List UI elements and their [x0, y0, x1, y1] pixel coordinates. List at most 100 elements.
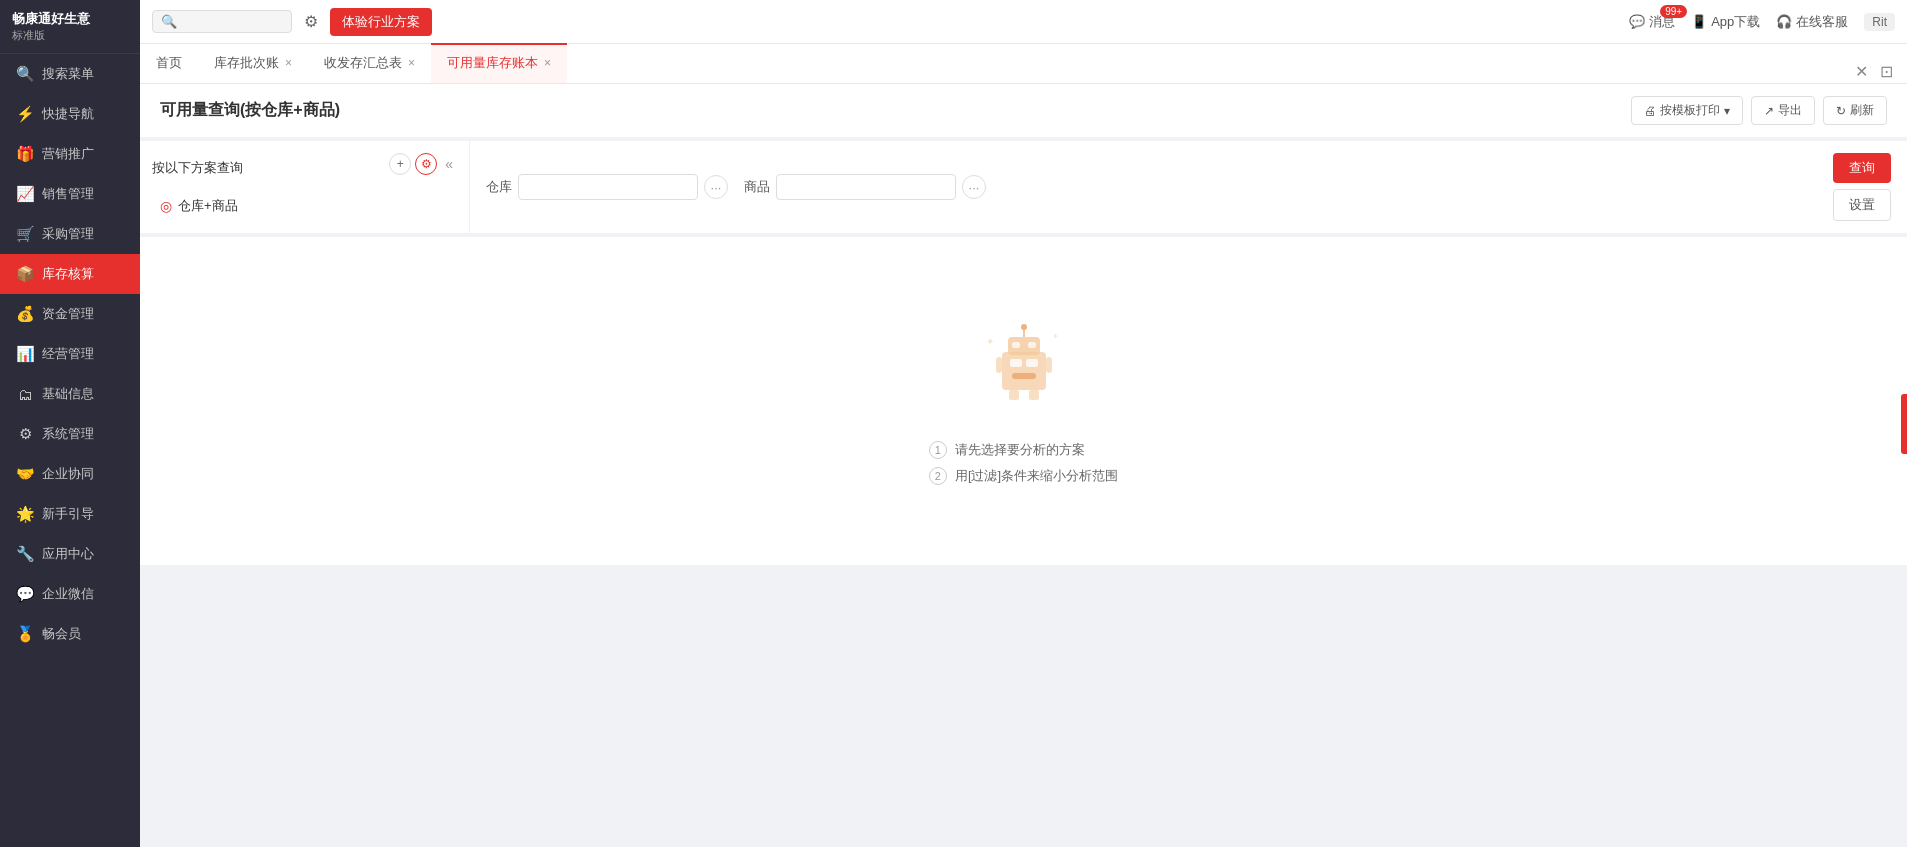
logo-tag: 标准版	[12, 28, 128, 43]
online-service-label: 在线客服	[1796, 13, 1848, 31]
goods-extra-button[interactable]: ···	[962, 175, 986, 199]
sidebar-label-sales: 销售管理	[42, 185, 94, 203]
sidebar-item-marketing[interactable]: 🎁营销推广	[0, 134, 140, 174]
tab-available-ledger[interactable]: 可用量库存账本 ×	[431, 43, 567, 83]
warehouse-input[interactable]	[518, 174, 698, 200]
filter-actions: 查询 设置	[1817, 153, 1891, 221]
mobile-icon: 📱	[1691, 14, 1707, 29]
filter-field-warehouse: 仓库 ···	[486, 174, 728, 200]
sidebar-item-member[interactable]: 🏅畅会员	[0, 614, 140, 654]
tab-collect-ledger-label: 收发存汇总表	[324, 54, 402, 72]
filter-right: 仓库 ··· 商品 ··· 查询 设置	[470, 141, 1907, 233]
add-scheme-button[interactable]: +	[389, 153, 411, 175]
message-button[interactable]: 💬 消息 99+	[1629, 13, 1675, 31]
sidebar-icon-marketing: 🎁	[16, 145, 34, 163]
hint-text-2: 用[过滤]条件来缩小分析范围	[955, 467, 1118, 485]
tab-collect-ledger-close[interactable]: ×	[408, 56, 415, 70]
sidebar-item-system[interactable]: ⚙ 系统管理	[0, 414, 140, 454]
refresh-button[interactable]: ↻ 刷新	[1823, 96, 1887, 125]
sidebar-icon-finance: 💰	[16, 305, 34, 323]
sidebar-item-search[interactable]: 🔍 搜索菜单	[0, 54, 140, 94]
sidebar-label-search: 搜索菜单	[42, 65, 94, 83]
sidebar-icon-system: ⚙	[16, 425, 34, 443]
svg-rect-6	[1009, 390, 1019, 400]
sidebar-item-quick-nav[interactable]: ⚡快捷导航	[0, 94, 140, 134]
svg-rect-2	[1026, 359, 1038, 367]
headset-icon: 🎧	[1776, 14, 1792, 29]
print-icon: 🖨	[1644, 104, 1656, 118]
export-button[interactable]: ↗ 导出	[1751, 96, 1815, 125]
trial-button[interactable]: 体验行业方案	[330, 8, 432, 36]
svg-rect-4	[996, 357, 1002, 373]
sidebar-icon-app-center: 🔧	[16, 545, 34, 563]
tab-batch-ledger-label: 库存批次账	[214, 54, 279, 72]
sidebar-icon-guide: 🌟	[16, 505, 34, 523]
sidebar-item-basic-info[interactable]: 🗂基础信息	[0, 374, 140, 414]
sidebar-item-app-center[interactable]: 🔧 应用中心	[0, 534, 140, 574]
svg-rect-5	[1046, 357, 1052, 373]
scheme-icon: ◎	[160, 198, 172, 214]
sidebar-icon-sales: 📈	[16, 185, 34, 203]
sidebar-icon-search: 🔍	[16, 65, 34, 83]
search-input[interactable]	[181, 15, 281, 29]
svg-rect-0	[1002, 352, 1046, 390]
sidebar-item-guide[interactable]: 🌟新手引导	[0, 494, 140, 534]
tab-collect-ledger[interactable]: 收发存汇总表 ×	[308, 43, 431, 83]
refresh-icon: ↻	[1836, 104, 1846, 118]
filter-icon-buttons: + ⚙ «	[389, 153, 457, 175]
tab-close-button[interactable]: ✕	[1849, 60, 1874, 83]
filter-left: 按以下方案查询 + ⚙ « ◎ 仓库+商品	[140, 141, 470, 233]
search-icon: 🔍	[161, 14, 177, 29]
tab-available-ledger-label: 可用量库存账本	[447, 54, 538, 72]
svg-text:✦: ✦	[986, 336, 994, 347]
user-avatar[interactable]: Rit	[1864, 13, 1895, 31]
topbar-search-box[interactable]: 🔍	[152, 10, 292, 33]
export-label: 导出	[1778, 102, 1802, 119]
tab-batch-ledger[interactable]: 库存批次账 ×	[198, 43, 308, 83]
goods-input[interactable]	[776, 174, 956, 200]
sidebar-icon-basic-info: 🗂	[16, 386, 34, 403]
app-download-label: App下载	[1711, 13, 1760, 31]
app-download-button[interactable]: 📱 App下载	[1691, 13, 1760, 31]
warehouse-extra-button[interactable]: ···	[704, 175, 728, 199]
tab-expand-button[interactable]: ⊡	[1874, 60, 1899, 83]
right-edge-accent	[1901, 394, 1907, 454]
online-service-button[interactable]: 🎧 在线客服	[1776, 13, 1848, 31]
settings-scheme-button[interactable]: ⚙	[415, 153, 437, 175]
topbar: 🔍 ⚙ 体验行业方案 💬 消息 99+ 📱 App下载 🎧 在线客服 Rit	[140, 0, 1907, 44]
sidebar-item-operation[interactable]: 📊经营管理	[0, 334, 140, 374]
scheme-warehouse-goods[interactable]: ◎ 仓库+商品	[152, 191, 457, 221]
goods-label: 商品	[744, 178, 770, 196]
sidebar-icon-enterprise: 🤝	[16, 465, 34, 483]
sidebar-item-inventory[interactable]: 📦库存核算	[0, 254, 140, 294]
tab-available-ledger-close[interactable]: ×	[544, 56, 551, 70]
sidebar-nav: 🔍 搜索菜单 ⚡快捷导航🎁营销推广 📈 销售管理 🛒采购管理📦库存核算💰资金管理📊经营管理…	[0, 54, 140, 847]
query-button[interactable]: 查询	[1833, 153, 1891, 183]
sidebar-item-enterprise[interactable]: 🤝企业协同	[0, 454, 140, 494]
sidebar-item-purchase[interactable]: 🛒采购管理	[0, 214, 140, 254]
sidebar-label-member: 畅会员	[42, 625, 81, 643]
tab-home[interactable]: 首页	[140, 43, 198, 83]
scheme-label: 仓库+商品	[178, 197, 238, 215]
hint-num-2: 2	[929, 467, 947, 485]
svg-rect-7	[1029, 390, 1039, 400]
tab-batch-ledger-close[interactable]: ×	[285, 56, 292, 70]
sidebar-label-system: 系统管理	[42, 425, 94, 443]
sidebar-item-finance[interactable]: 💰资金管理	[0, 294, 140, 334]
sidebar-item-sales[interactable]: 📈 销售管理	[0, 174, 140, 214]
print-template-label: 按模板打印	[1660, 102, 1720, 119]
settings-icon[interactable]: ⚙	[300, 8, 322, 35]
sidebar-icon-inventory: 📦	[16, 265, 34, 283]
empty-hints: 1 请先选择要分析的方案 2 用[过滤]条件来缩小分析范围	[929, 441, 1118, 485]
collapse-button[interactable]: «	[441, 154, 457, 174]
settings-button[interactable]: 设置	[1833, 189, 1891, 221]
sidebar-icon-operation: 📊	[16, 345, 34, 363]
sidebar-item-wechat[interactable]: 💬企业微信	[0, 574, 140, 614]
page-header: 可用量查询(按仓库+商品) 🖨 按模板打印 ▾ ↗ 导出 ↻ 刷新	[140, 84, 1907, 137]
filter-field-goods: 商品 ···	[744, 174, 986, 200]
print-template-button[interactable]: 🖨 按模板打印 ▾	[1631, 96, 1743, 125]
page-title: 可用量查询(按仓库+商品)	[160, 100, 340, 121]
print-chevron-icon: ▾	[1724, 104, 1730, 118]
empty-illustration: ✦ ✦	[974, 317, 1074, 417]
sidebar-label-app-center: 应用中心	[42, 545, 94, 563]
